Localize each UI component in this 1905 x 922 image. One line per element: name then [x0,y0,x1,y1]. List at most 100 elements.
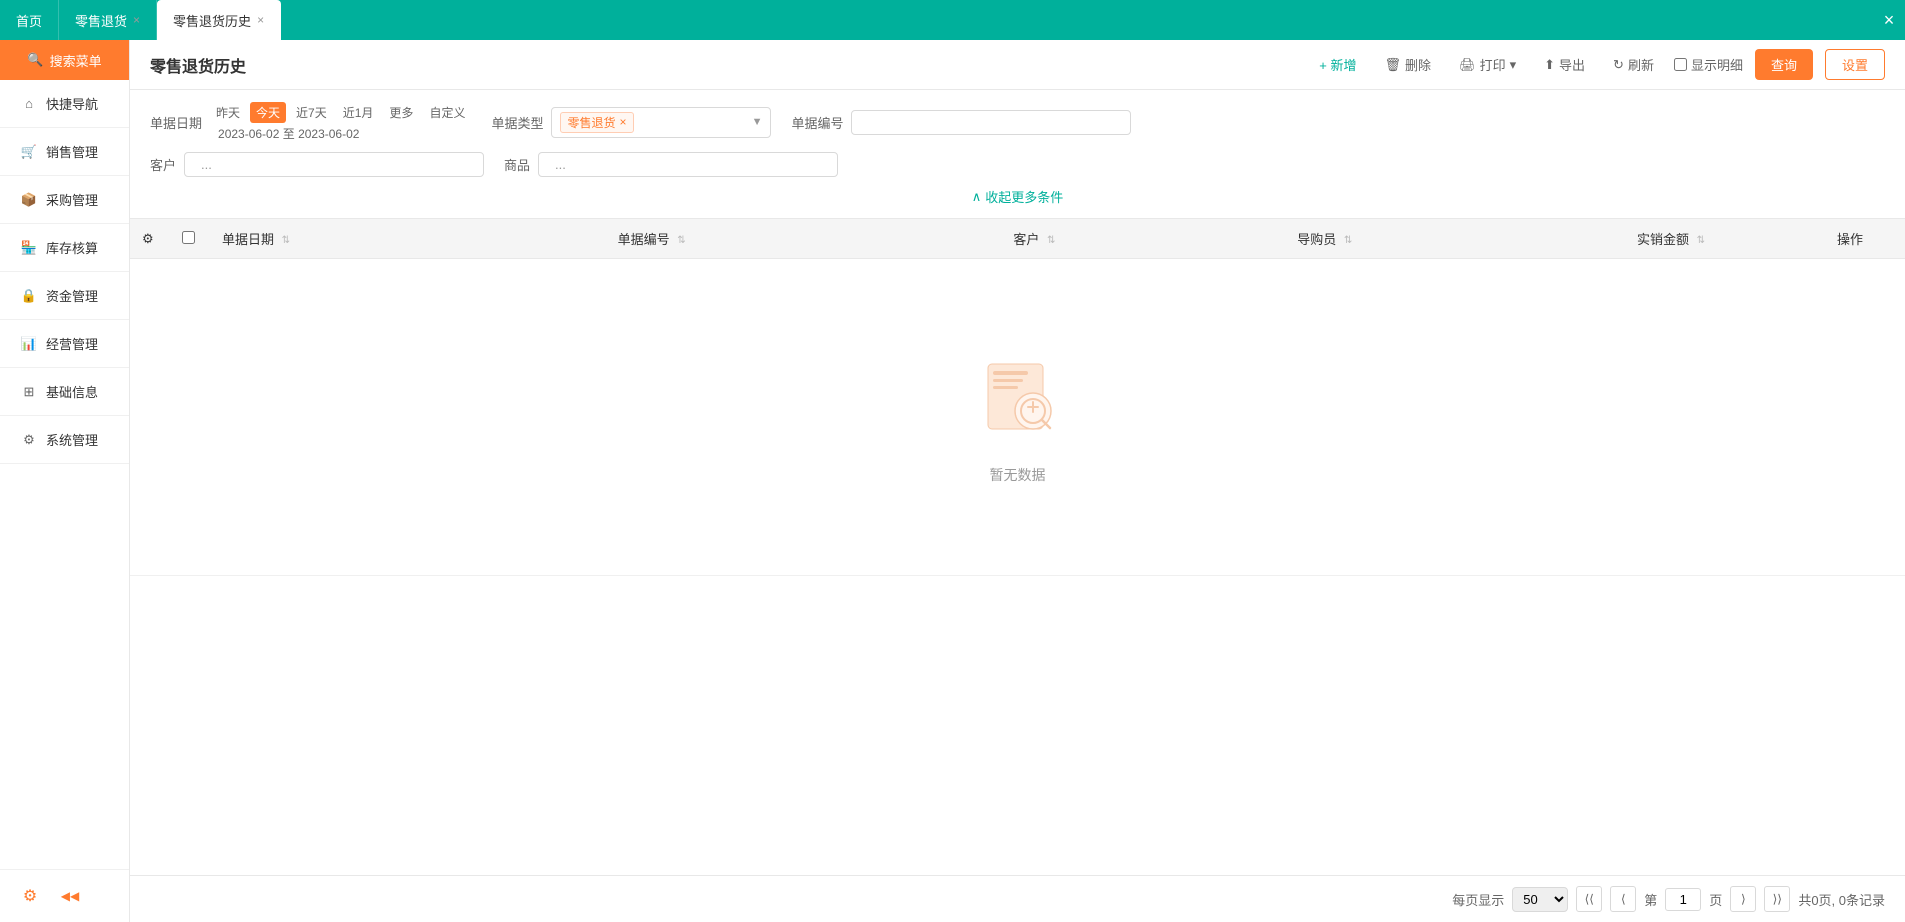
search-icon: 🔍 [27,52,43,68]
th-guide[interactable]: 导购员 ⇅ [1285,219,1625,259]
delete-button[interactable]: 🗑 删除 [1377,51,1440,78]
display-detail-input[interactable] [1674,58,1687,71]
sidebar-item-sales-mgmt[interactable]: 🛒 销售管理 [0,128,129,176]
date-btn-7days[interactable]: 近7天 [290,102,333,123]
filter-row-2: 客户 ... 商品 ... [150,152,1885,177]
tab-home-label: 首页 [16,11,42,30]
filter-customer-select[interactable]: ... [184,152,484,177]
sidebar-item-purchase-mgmt[interactable]: 📦 采购管理 [0,176,129,224]
box-icon: 📦 [20,191,38,209]
filter-type-select[interactable]: 零售退货 × ▼ [551,107,771,138]
page-size-label: 每页显示 [1452,890,1504,909]
first-page-button[interactable]: ⟨⟨ [1576,886,1602,912]
chart-icon: 📊 [20,335,38,353]
sidebar-bottom: ⚙ ◀◀ [0,869,129,922]
empty-state-text: 暂无数据 [990,465,1046,485]
sidebar-item-inventory[interactable]: 🏪 库存核算 [0,224,129,272]
sidebar-search-label: 搜索菜单 [50,51,102,70]
print-button[interactable]: 🖨 打印 ▾ [1451,51,1524,78]
main-layout: 🔍 搜索菜单 ⌂ 快捷导航 🛒 销售管理 📦 采购管理 🏪 库存核算 🔒 资金管… [0,40,1905,922]
type-dropdown-icon: ▼ [752,116,763,128]
filter-customer-label: 客户 [150,155,176,174]
page-number-input[interactable] [1665,888,1701,911]
sidebar: 🔍 搜索菜单 ⌂ 快捷导航 🛒 销售管理 📦 采购管理 🏪 库存核算 🔒 资金管… [0,40,130,922]
collapse-icon: ∧ [972,189,982,205]
filter-goods-select[interactable]: ... [538,152,838,177]
th-checkbox[interactable] [170,219,210,259]
add-button[interactable]: + 新增 [1311,51,1364,78]
filter-goods-ellipsis: ... [555,157,566,172]
gear-bottom-button[interactable]: ⚙ [16,882,44,910]
filter-number-item: 单据编号 [791,110,1131,135]
filter-date-label: 单据日期 [150,113,202,132]
sidebar-item-sys-mgmt[interactable]: ⚙ 系统管理 [0,416,129,464]
filter-type-tag-text: 零售退货 [567,114,615,131]
table-header-row: ⚙ 单据日期 ⇅ 单据编号 ⇅ [130,219,1905,259]
last-page-button[interactable]: ⟩⟩ [1764,886,1790,912]
next-page-button[interactable]: ⟩ [1730,886,1756,912]
tab-retail-return-history-close[interactable]: × [257,13,264,27]
page-size-select[interactable]: 50 10 20 100 [1512,887,1568,912]
sidebar-item-inventory-label: 库存核算 [46,238,98,257]
filter-type-tag-close[interactable]: × [619,115,626,129]
th-actions: 操作 [1825,219,1905,259]
date-btn-custom[interactable]: 自定义 [423,102,471,123]
filter-number-input[interactable] [851,110,1131,135]
tab-retail-return-close[interactable]: × [133,13,140,27]
th-customer[interactable]: 客户 ⇅ [1001,219,1285,259]
home-icon: ⌂ [20,95,38,113]
collapse-button[interactable]: ∧ 收起更多条件 [972,187,1064,206]
th-customer-sort-icon: ⇅ [1047,235,1055,246]
sidebar-item-finance[interactable]: 🔒 资金管理 [0,272,129,320]
filter-goods-label: 商品 [504,155,530,174]
tab-retail-return-label: 零售退货 [75,11,127,30]
volume-button[interactable]: ◀◀ [56,882,84,910]
sidebar-item-operation[interactable]: 📊 经营管理 [0,320,129,368]
filter-row-1: 单据日期 昨天 今天 近7天 近1月 更多 自定义 2023-06-02 至 2… [150,102,1885,142]
print-icon: 🖨 [1459,57,1476,73]
content-area: 零售退货历史 + 新增 🗑 删除 🖨 打印 ▾ ⬆ 导出 ↻ [130,40,1905,922]
window-close-button[interactable]: × [1873,4,1905,36]
th-amount-sort-icon: ⇅ [1697,235,1705,246]
sidebar-item-quick-nav[interactable]: ⌂ 快捷导航 [0,80,129,128]
table-settings-icon[interactable]: ⚙ [142,231,154,246]
sidebar-item-basic-info[interactable]: ⊞ 基础信息 [0,368,129,416]
select-all-checkbox[interactable] [182,231,195,244]
date-btn-yesterday[interactable]: 昨天 [210,102,246,123]
page-header: 零售退货历史 + 新增 🗑 删除 🖨 打印 ▾ ⬆ 导出 ↻ [130,40,1905,90]
sidebar-item-finance-label: 资金管理 [46,286,98,305]
date-btn-today[interactable]: 今天 [250,102,286,123]
filter-date-group: 昨天 今天 近7天 近1月 更多 自定义 2023-06-02 至 2023-0… [210,102,471,142]
tab-retail-return[interactable]: 零售退货 × [59,0,157,40]
sidebar-item-purchase-mgmt-label: 采购管理 [46,190,98,209]
th-amount[interactable]: 实销金额 ⇅ [1625,219,1825,259]
page-unit: 页 [1709,890,1722,909]
prev-page-button[interactable]: ⟨ [1610,886,1636,912]
filter-customer-ellipsis: ... [201,157,212,172]
tab-retail-return-history[interactable]: 零售退货历史 × [157,0,281,40]
date-btn-more[interactable]: 更多 [383,102,419,123]
filter-type-tag: 零售退货 × [560,112,633,133]
th-settings[interactable]: ⚙ [130,219,170,259]
th-date[interactable]: 单据日期 ⇅ [210,219,606,259]
table-wrapper: ⚙ 单据日期 ⇅ 单据编号 ⇅ [130,219,1905,875]
query-button[interactable]: 查询 [1755,49,1813,80]
cart-icon: 🛒 [20,143,38,161]
export-button[interactable]: ⬆ 导出 [1536,51,1593,78]
th-number[interactable]: 单据编号 ⇅ [606,219,1002,259]
refresh-button[interactable]: ↻ 刷新 [1605,51,1662,78]
empty-state-row: 暂无数据 [130,259,1905,576]
date-range-text: 2023-06-02 至 2023-06-02 [218,125,471,142]
setting-button[interactable]: 设置 [1825,49,1885,80]
display-detail-checkbox[interactable]: 显示明细 [1674,55,1743,74]
tab-home[interactable]: 首页 [0,0,59,40]
date-btn-1month[interactable]: 近1月 [337,102,380,123]
export-icon: ⬆ [1544,57,1555,73]
sidebar-item-operation-label: 经营管理 [46,334,98,353]
th-guide-sort-icon: ⇅ [1344,235,1352,246]
lock-icon: 🔒 [20,287,38,305]
sidebar-item-quick-nav-label: 快捷导航 [46,94,98,113]
sidebar-search[interactable]: 🔍 搜索菜单 [0,40,129,80]
th-number-label: 单据编号 [618,232,670,247]
empty-state-cell: 暂无数据 [130,259,1905,576]
